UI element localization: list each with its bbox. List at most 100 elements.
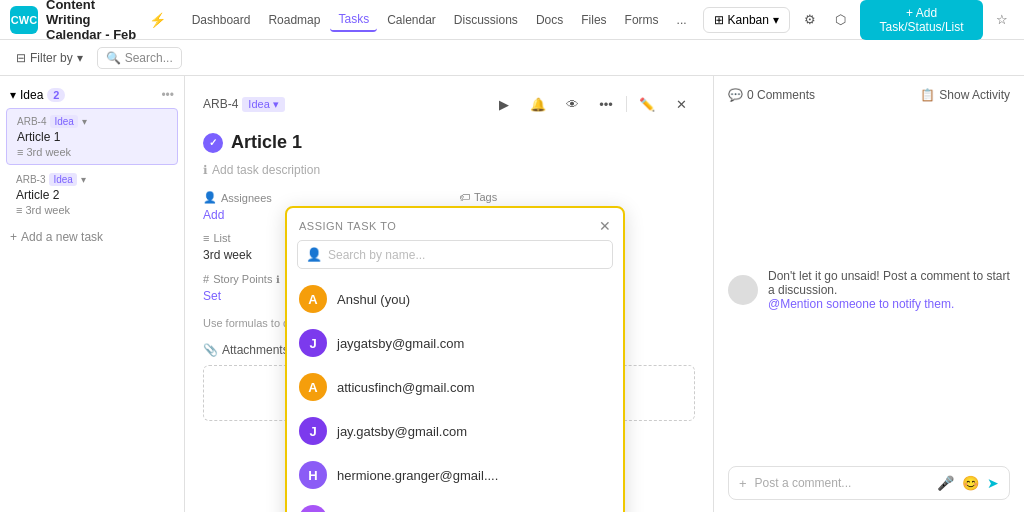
comment-placeholder: Don't let it go unsaid! Post a comment t… — [728, 114, 1010, 466]
topbar: CWC Content Writing Calendar - Feb ⚡ Das… — [0, 0, 1024, 40]
assign-header: ASSIGN TASK TO ✕ — [287, 208, 623, 240]
nav-tasks[interactable]: Tasks — [330, 8, 377, 32]
assignee-list: A Anshul (you) J jaygatsby@gmail.com A a… — [287, 277, 623, 512]
mic-icon-btn[interactable]: 🎤 — [937, 475, 954, 491]
send-icon-btn[interactable]: ➤ — [987, 475, 999, 491]
list-icon-1: ≡ — [17, 146, 23, 158]
topbar-nav: Dashboard Roadmap Tasks Calendar Discuss… — [184, 8, 695, 32]
tag-icon: 🏷 — [459, 191, 470, 203]
play-icon-btn[interactable]: ▶ — [490, 90, 518, 118]
nav-more[interactable]: ... — [669, 9, 695, 31]
search-placeholder: Search... — [125, 51, 173, 65]
detail-topbar-right: ▶ 🔔 👁 ••• ✏️ ✕ — [490, 90, 695, 118]
comments-panel: 💬 0 Comments 📋 Show Activity Don't let i… — [714, 76, 1024, 512]
kanban-grid-icon: ⊞ — [714, 13, 724, 27]
kanban-label: Kanban — [728, 13, 769, 27]
assignee-avatar-1: J — [299, 329, 327, 357]
nav-dashboard[interactable]: Dashboard — [184, 9, 259, 31]
task-id-2: ARB-3 — [16, 174, 45, 185]
filter-button[interactable]: ⊟ Filter by ▾ — [10, 48, 89, 68]
emoji-icon-btn[interactable]: 😊 — [962, 475, 979, 491]
tags-label: 🏷 Tags — [459, 191, 695, 203]
add-new-task[interactable]: + Add a new task — [0, 224, 184, 250]
article-title: Article 1 — [231, 132, 302, 153]
nav-calendar[interactable]: Calendar — [379, 9, 444, 31]
add-description[interactable]: ℹ Add task description — [203, 163, 695, 177]
topbar-right: ⊞ Kanban ▾ ⚙ ⬡ + Add Task/Status/List ☆ — [703, 0, 1014, 40]
gear-button[interactable]: ⚙ — [798, 6, 821, 34]
assignee-item-4[interactable]: H hermione.granger@gmail.... — [287, 453, 623, 497]
assignee-name-4: hermione.granger@gmail.... — [337, 468, 498, 483]
nav-forms[interactable]: Forms — [617, 9, 667, 31]
assignee-item-3[interactable]: J jay.gatsby@gmail.com — [287, 409, 623, 453]
assign-person-icon: 👤 — [306, 247, 322, 262]
mention-hint: @Mention someone to notify them. — [768, 297, 1010, 311]
add-new-label: Add a new task — [21, 230, 103, 244]
assign-title: ASSIGN TASK TO — [299, 220, 396, 232]
breadcrumb: ARB-4 Idea ▾ — [203, 97, 285, 112]
task-id-1: ARB-4 — [17, 116, 46, 127]
close-icon-btn[interactable]: ✕ — [667, 90, 695, 118]
sidebar-group-label: ▾ Idea 2 — [10, 88, 65, 102]
task-complete-checkbox[interactable]: ✓ — [203, 133, 223, 153]
assign-search-box[interactable]: 👤 — [297, 240, 613, 269]
task-name-2: Article 2 — [16, 188, 168, 202]
assignee-item-2[interactable]: A atticusfinch@gmail.com — [287, 365, 623, 409]
edit-icon-btn[interactable]: ✏️ — [633, 90, 661, 118]
breadcrumb-tag[interactable]: Idea ▾ — [242, 97, 284, 112]
sidebar: ▾ Idea 2 ••• ARB-4 Idea ▾ Article 1 ≡ 3r… — [0, 76, 185, 512]
task-week-1: ≡ 3rd week — [17, 146, 167, 158]
group-name: Idea — [20, 88, 43, 102]
task-meta-2: ARB-3 Idea ▾ — [16, 173, 168, 186]
info-icon: ℹ — [203, 163, 208, 177]
group-more-icon[interactable]: ••• — [161, 88, 174, 102]
nav-discussions[interactable]: Discussions — [446, 9, 526, 31]
nav-roadmap[interactable]: Roadmap — [260, 9, 328, 31]
assignee-item-5[interactable]: M matildawormwood@gmail.... — [287, 497, 623, 512]
avatar — [728, 275, 758, 305]
app-logo: CWC — [10, 6, 38, 34]
assignee-item-0[interactable]: A Anshul (you) — [287, 277, 623, 321]
kanban-chevron-icon: ▾ — [773, 13, 779, 27]
assign-dropdown: ASSIGN TASK TO ✕ 👤 A Anshul (you) J jayg… — [285, 206, 625, 512]
article-title-row: ✓ Article 1 — [203, 132, 695, 153]
star-button[interactable]: ☆ — [991, 6, 1014, 34]
comment-plus-icon: + — [739, 476, 747, 491]
task-tag-1: Idea — [50, 115, 77, 128]
check-icon: ✓ — [209, 137, 217, 148]
bell-icon-btn[interactable]: 🔔 — [524, 90, 552, 118]
assign-search-input[interactable] — [328, 248, 604, 262]
comment-input-bar[interactable]: + Post a comment... 🎤 😊 ➤ — [728, 466, 1010, 500]
show-activity-btn[interactable]: 📋 Show Activity — [920, 88, 1010, 102]
filter-chevron-icon: ▾ — [77, 51, 83, 65]
share-button[interactable]: ⬡ — [829, 6, 852, 34]
nav-files[interactable]: Files — [573, 9, 614, 31]
search-icon: 🔍 — [106, 51, 121, 65]
list-icon-2: ≡ — [16, 204, 22, 216]
assignee-item-1[interactable]: J jaygatsby@gmail.com — [287, 321, 623, 365]
task-tag-2: Idea — [49, 173, 76, 186]
breadcrumb-chevron-icon: ▾ — [273, 98, 279, 111]
add-icon: + — [10, 230, 17, 244]
task-week-2: ≡ 3rd week — [16, 204, 168, 216]
comment-hint-text: Don't let it go unsaid! Post a comment t… — [768, 269, 1010, 311]
assign-close-btn[interactable]: ✕ — [599, 218, 612, 234]
task-tag-chevron-1: ▾ — [82, 116, 87, 127]
task-card-article2[interactable]: ARB-3 Idea ▾ Article 2 ≡ 3rd week — [6, 167, 178, 222]
kanban-button[interactable]: ⊞ Kanban ▾ — [703, 7, 790, 33]
more-icon-btn[interactable]: ••• — [592, 90, 620, 118]
search-box[interactable]: 🔍 Search... — [97, 47, 182, 69]
eye-icon-btn[interactable]: 👁 — [558, 90, 586, 118]
person-icon: 👤 — [203, 191, 217, 204]
nav-docs[interactable]: Docs — [528, 9, 571, 31]
add-desc-label: Add task description — [212, 163, 320, 177]
task-tag-chevron-2: ▾ — [81, 174, 86, 185]
assignee-name-1: jaygatsby@gmail.com — [337, 336, 464, 351]
hash-icon: # — [203, 273, 209, 285]
list-field-icon: ≡ — [203, 232, 209, 244]
assignee-avatar-4: H — [299, 461, 327, 489]
comments-header: 💬 0 Comments 📋 Show Activity — [728, 88, 1010, 102]
add-task-button[interactable]: + Add Task/Status/List — [860, 0, 982, 40]
detail-topbar: ARB-4 Idea ▾ ▶ 🔔 👁 ••• ✏️ ✕ — [203, 90, 695, 118]
task-card-article1[interactable]: ARB-4 Idea ▾ Article 1 ≡ 3rd week — [6, 108, 178, 165]
